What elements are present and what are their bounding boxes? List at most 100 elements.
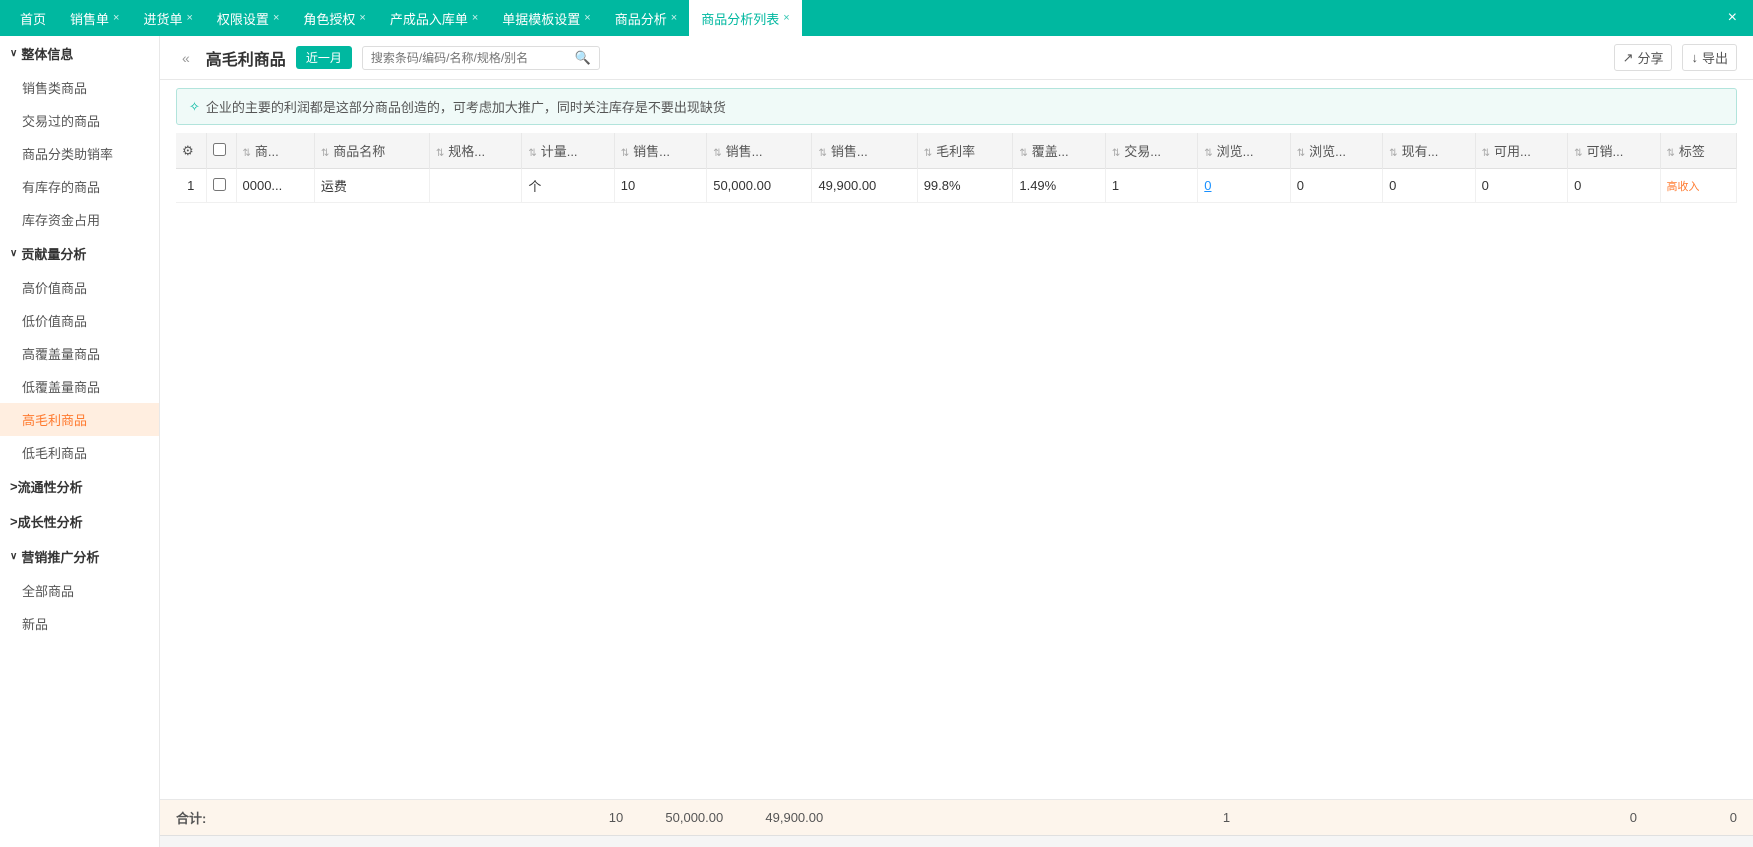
col-header-name[interactable]: ⇅商品名称 <box>314 133 429 169</box>
sort-icon: ⇅ <box>436 148 444 159</box>
info-banner: ✧ 企业的主要的利润都是这部分商品创造的，可考虑加大推广，同时关注库存是不要出现… <box>176 88 1737 125</box>
share-label: 分享 <box>1637 48 1663 67</box>
cell-sales_qty: 10 <box>614 169 706 203</box>
cell-coverage: 1.49% <box>1013 169 1105 203</box>
footer-current-stock: 0 <box>1557 810 1637 825</box>
close-all-tabs[interactable]: × <box>1720 9 1745 27</box>
sidebar-item-低覆盖量商品[interactable]: 低覆盖量商品 <box>0 370 159 403</box>
nav-close-销售单[interactable]: × <box>113 12 119 24</box>
table-container: ⚙⇅商...⇅商品名称⇅规格...⇅计量...⇅销售...⇅销售...⇅销售..… <box>176 133 1737 799</box>
sidebar-section-贡献量分析[interactable]: ∨贡献量分析 <box>0 236 159 271</box>
nav-item-首页[interactable]: 首页 <box>8 0 58 36</box>
col-header-sellable[interactable]: ⇅可销... <box>1568 133 1660 169</box>
nav-close-角色授权[interactable]: × <box>359 12 365 24</box>
sidebar-section-营销推广分析[interactable]: ∨营销推广分析 <box>0 539 159 574</box>
col-label-sales_qty: 销售... <box>633 144 670 159</box>
col-header-gross_rate[interactable]: ⇅ 毛利率 <box>917 133 1013 169</box>
col-header-unit[interactable]: ⇅计量... <box>522 133 614 169</box>
col-label-coverage: 覆盖... <box>1032 144 1069 159</box>
nav-item-进货单[interactable]: 进货单 × <box>131 0 204 36</box>
col-header-sales_qty[interactable]: ⇅销售... <box>614 133 706 169</box>
nav-item-权限设置[interactable]: 权限设置 × <box>205 0 291 36</box>
row-checkbox[interactable] <box>213 178 226 191</box>
browse1-link[interactable]: 0 <box>1204 178 1211 193</box>
sidebar-item-交易过的商品[interactable]: 交易过的商品 <box>0 104 159 137</box>
col-header-tag[interactable]: ⇅标签 <box>1660 133 1736 169</box>
col-header-sales_amount[interactable]: ⇅销售... <box>707 133 812 169</box>
sidebar-item-销售类商品[interactable]: 销售类商品 <box>0 71 159 104</box>
col-header-browse1[interactable]: ⇅浏览... <box>1198 133 1290 169</box>
sort-icon: ⇅ <box>528 148 536 159</box>
sort-icon: ⇅ <box>1204 148 1212 159</box>
sidebar-section-label: 整体信息 <box>21 44 73 63</box>
export-button[interactable]: ↓ 导出 <box>1682 44 1737 71</box>
date-filter-button[interactable]: 近一月 <box>296 46 352 69</box>
col-header-spec[interactable]: ⇅规格... <box>429 133 521 169</box>
nav-close-进货单[interactable]: × <box>186 12 192 24</box>
sidebar-item-高毛利商品[interactable]: 高毛利商品 <box>0 403 159 436</box>
sort-icon: ⇅ <box>1482 148 1490 159</box>
nav-item-单据模板设置[interactable]: 单据模板设置 × <box>490 0 602 36</box>
col-header-transaction[interactable]: ⇅交易... <box>1105 133 1197 169</box>
col-header-available_stock[interactable]: ⇅可用... <box>1475 133 1567 169</box>
cell-sales_amount: 50,000.00 <box>707 169 812 203</box>
arrow-icon: > <box>10 514 18 529</box>
sidebar-section-流通性分析[interactable]: >流通性分析 <box>0 469 159 504</box>
main-layout: ∨整体信息销售类商品交易过的商品商品分类助销率有库存的商品库存资金占用∨贡献量分… <box>0 36 1753 847</box>
col-header-sales_profit[interactable]: ⇅销售... <box>812 133 917 169</box>
select-all-checkbox[interactable] <box>213 143 226 156</box>
nav-close-单据模板设置[interactable]: × <box>584 12 590 24</box>
nav-item-产成品入库单[interactable]: 产成品入库单 × <box>378 0 490 36</box>
nav-close-权限设置[interactable]: × <box>273 12 279 24</box>
nav-close-商品分析列表[interactable]: × <box>783 12 789 24</box>
nav-item-销售单[interactable]: 销售单 × <box>58 0 131 36</box>
data-table: ⚙⇅商...⇅商品名称⇅规格...⇅计量...⇅销售...⇅销售...⇅销售..… <box>176 133 1737 203</box>
col-label-sellable: 可销... <box>1586 144 1623 159</box>
export-icon: ↓ <box>1691 50 1698 65</box>
table-footer: 合计: 10 50,000.00 49,900.00 1 0 0 <box>160 799 1753 835</box>
col-header-coverage[interactable]: ⇅覆盖... <box>1013 133 1105 169</box>
nav-close-商品分析[interactable]: × <box>671 12 677 24</box>
sort-icon: ⇅ <box>243 148 251 159</box>
sidebar-item-库存资金占用[interactable]: 库存资金占用 <box>0 203 159 236</box>
nav-item-角色授权[interactable]: 角色授权 × <box>291 0 377 36</box>
col-header-index[interactable]: ⚙ <box>176 133 206 169</box>
search-input[interactable] <box>371 51 571 65</box>
sidebar-section-整体信息[interactable]: ∨整体信息 <box>0 36 159 71</box>
settings-icon[interactable]: ⚙ <box>182 143 194 158</box>
sidebar-item-高覆盖量商品[interactable]: 高覆盖量商品 <box>0 337 159 370</box>
sidebar: ∨整体信息销售类商品交易过的商品商品分类助销率有库存的商品库存资金占用∨贡献量分… <box>0 36 160 847</box>
col-label-transaction: 交易... <box>1124 144 1161 159</box>
sidebar-item-有库存的商品[interactable]: 有库存的商品 <box>0 170 159 203</box>
col-header-code[interactable]: ⇅商... <box>236 133 314 169</box>
page-title: 高毛利商品 <box>206 46 286 70</box>
search-icon[interactable]: 🔍 <box>575 50 591 66</box>
search-box: 🔍 <box>362 46 600 70</box>
horizontal-scrollbar[interactable] <box>160 835 1753 847</box>
cell-browse1[interactable]: 0 <box>1198 169 1290 203</box>
sidebar-item-商品分类助销率[interactable]: 商品分类助销率 <box>0 137 159 170</box>
sidebar-item-全部商品[interactable]: 全部商品 <box>0 574 159 607</box>
col-header-browse2[interactable]: ⇅浏览... <box>1290 133 1382 169</box>
col-header-checkbox[interactable] <box>206 133 236 169</box>
sidebar-item-低毛利商品[interactable]: 低毛利商品 <box>0 436 159 469</box>
sort-icon: ⇅ <box>924 148 932 159</box>
footer-sales-profit: 49,900.00 <box>743 810 823 825</box>
cell-tag[interactable]: 高收入 <box>1660 169 1736 203</box>
chevron-icon: ∨ <box>10 248 17 259</box>
sidebar-item-高价值商品[interactable]: 高价值商品 <box>0 271 159 304</box>
nav-item-商品分析[interactable]: 商品分析 × <box>603 0 689 36</box>
cell-index: 1 <box>176 169 206 203</box>
sort-icon: ⇅ <box>1389 148 1397 159</box>
sidebar-item-新品[interactable]: 新品 <box>0 607 159 640</box>
sort-icon: ⇅ <box>713 148 721 159</box>
share-button[interactable]: ↗ 分享 <box>1614 44 1673 71</box>
sidebar-section-成长性分析[interactable]: >成长性分析 <box>0 504 159 539</box>
collapse-sidebar-btn[interactable]: « <box>176 48 196 68</box>
col-label-gross_rate: 毛利率 <box>936 144 975 159</box>
nav-close-产成品入库单[interactable]: × <box>472 12 478 24</box>
nav-item-商品分析列表[interactable]: 商品分析列表 × <box>689 0 801 36</box>
col-header-current_stock[interactable]: ⇅现有... <box>1383 133 1475 169</box>
sidebar-item-低价值商品[interactable]: 低价值商品 <box>0 304 159 337</box>
col-label-name: 商品名称 <box>333 144 385 159</box>
